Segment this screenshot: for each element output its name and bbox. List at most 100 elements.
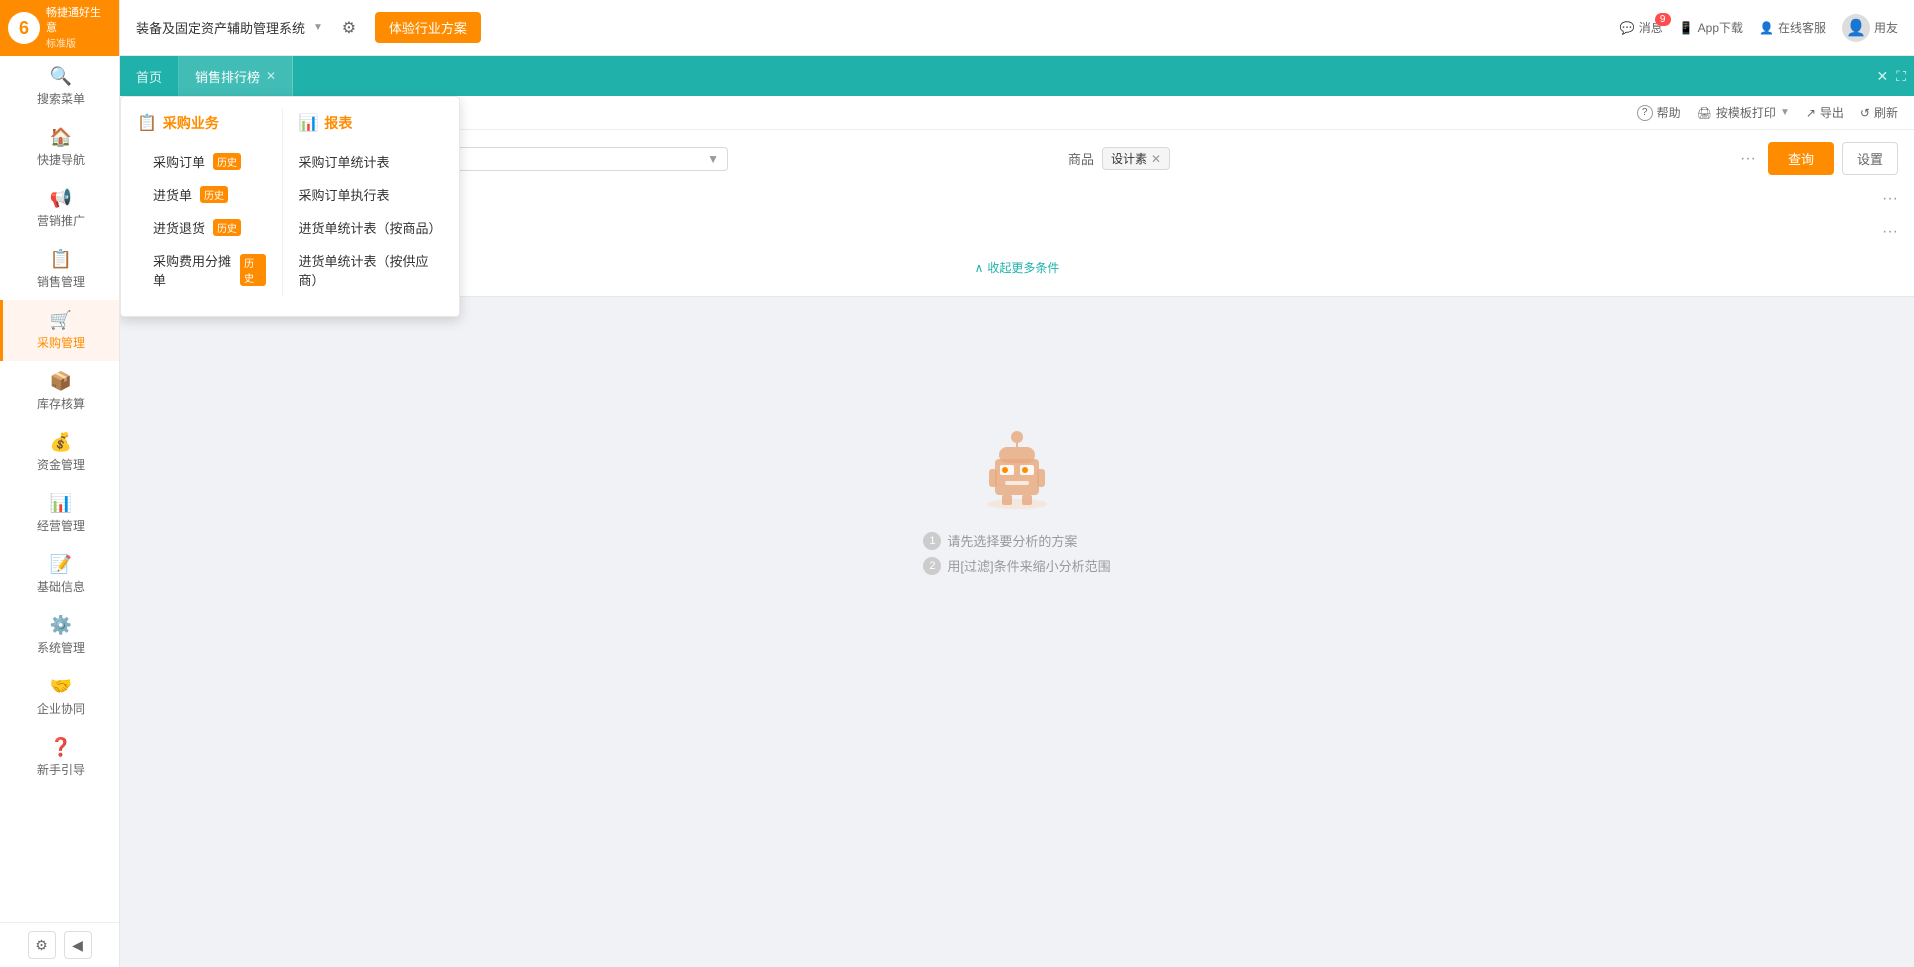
sidebar-item-label: 资金管理 xyxy=(37,456,85,473)
status-field-group: 单据状态 ▼ xyxy=(368,147,1056,171)
sidebar-item-capital[interactable]: 💰 资金管理 xyxy=(0,422,119,483)
tabbar: 首页 销售排行榜 ✕ ✕ ⛶ 📋 采购业务 采购订单 历史 xyxy=(120,56,1914,96)
tab-sales-ranking[interactable]: 销售排行榜 ✕ xyxy=(179,56,293,96)
print-dropdown-arrow: ▼ xyxy=(1780,107,1790,118)
search-button[interactable]: 查询 xyxy=(1768,142,1834,175)
sidebar-item-system[interactable]: ⚙️ 系统管理 xyxy=(0,605,119,666)
capital-icon: 💰 xyxy=(51,432,71,452)
tab-home[interactable]: 首页 xyxy=(120,56,179,96)
empty-state: 1 请先选择要分析的方案 2 用[过滤]条件来缩小分析范围 xyxy=(120,297,1914,697)
sidebar-item-label: 销售管理 xyxy=(37,273,85,290)
collapse-button[interactable]: ∧ 收起更多条件 xyxy=(967,251,1068,284)
logo-text: 畅捷通好生意 xyxy=(46,6,111,35)
tab-close-icon[interactable]: ✕ xyxy=(266,69,276,83)
online-service-button[interactable]: 👤 在线客服 xyxy=(1759,19,1826,36)
dropdown-arrow-icon: ▼ xyxy=(313,22,323,33)
export-button[interactable]: ↗ 导出 xyxy=(1806,104,1844,121)
topbar: 装备及固定资产辅助管理系统 ▼ ⚙ 体验行业方案 💬 消息 9 📱 App下载 … xyxy=(120,0,1914,56)
print-icon: 🖨 xyxy=(1697,106,1712,120)
industry-btn[interactable]: 体验行业方案 xyxy=(375,12,481,43)
dropdown-item-purchase-order-stat[interactable]: 采购订单统计表 xyxy=(299,145,444,178)
refresh-button[interactable]: ↺ 刷新 xyxy=(1860,104,1898,121)
dropdown-item-return-goods[interactable]: 进货退货 历史 xyxy=(137,211,282,244)
logo-sub: 标准版 xyxy=(46,35,111,50)
sidebar-item-label: 库存核算 xyxy=(37,395,85,412)
sidebar-item-basic-info[interactable]: 📝 基础信息 xyxy=(0,544,119,605)
print-label: 按模板打印 xyxy=(1716,104,1776,121)
customer-dots-button[interactable]: ··· xyxy=(1882,223,1898,241)
sidebar-item-sales[interactable]: 📋 销售管理 xyxy=(0,239,119,300)
tab-close-button[interactable]: ✕ xyxy=(1876,68,1888,85)
history-badge-3: 历史 xyxy=(213,219,241,236)
collapse-up-icon: ∧ xyxy=(975,261,984,275)
empty-illustration xyxy=(967,419,1067,519)
operations-icon: 📊 xyxy=(51,493,71,513)
empty-tip-1-text: 请先选择要分析的方案 xyxy=(947,531,1077,550)
purchase-expense-label: 采购费用分摊单 xyxy=(153,251,232,289)
product-dots-button[interactable]: ··· xyxy=(1740,150,1756,168)
product-tag-close-icon[interactable]: ✕ xyxy=(1151,152,1161,166)
sidebar-item-purchase[interactable]: 🛒 采购管理 xyxy=(0,300,119,361)
sidebar-collapse-button[interactable]: ◀ xyxy=(64,931,92,959)
refresh-label: 刷新 xyxy=(1874,104,1898,121)
topbar-right: 💬 消息 9 📱 App下载 👤 在线客服 👤 用友 xyxy=(1620,14,1898,42)
dropdown-item-purchase-order[interactable]: 采购订单 历史 xyxy=(137,145,282,178)
app-download-button[interactable]: 📱 App下载 xyxy=(1679,19,1743,36)
sidebar-item-enterprise[interactable]: 🤝 企业协同 xyxy=(0,666,119,727)
dropdown-col-purchase-title: 📋 采购业务 xyxy=(137,109,282,133)
help-button[interactable]: ? 帮助 xyxy=(1637,104,1681,121)
enterprise-icon: 🤝 xyxy=(51,676,71,696)
print-button[interactable]: 🖨 按模板打印 ▼ xyxy=(1697,104,1790,121)
export-icon: ↗ xyxy=(1806,106,1816,120)
system-title: 装备及固定资产辅助管理系统 xyxy=(136,18,305,37)
sidebar-item-marketing[interactable]: 📢 营销推广 xyxy=(0,178,119,239)
help-icon: ? xyxy=(1637,105,1653,121)
message-button[interactable]: 💬 消息 9 xyxy=(1620,19,1663,36)
history-badge-2: 历史 xyxy=(200,186,228,203)
dropdown-item-purchase-expense[interactable]: 采购费用分摊单 历史 xyxy=(137,244,282,296)
dropdown-item-stock-in[interactable]: 进货单 历史 xyxy=(137,178,282,211)
help-label: 帮助 xyxy=(1657,104,1681,121)
set-button[interactable]: 设置 xyxy=(1842,142,1898,175)
sidebar-item-label: 经营管理 xyxy=(37,517,85,534)
sidebar-item-search[interactable]: 🔍 搜索菜单 xyxy=(0,56,119,117)
return-goods-label: 进货退货 xyxy=(153,218,205,237)
sidebar-item-label: 企业协同 xyxy=(37,700,85,717)
product-field-group: 商品 设计素 ✕ ··· xyxy=(1068,147,1756,170)
sidebar-settings-button[interactable]: ⚙ xyxy=(28,931,56,959)
mobile-icon: 📱 xyxy=(1679,21,1694,35)
system-icon: ⚙️ xyxy=(51,615,71,635)
message-icon: 💬 xyxy=(1620,21,1635,35)
tab-expand-button[interactable]: ⛶ xyxy=(1896,68,1906,85)
user-button[interactable]: 👤 用友 xyxy=(1842,14,1898,42)
user-avatar: 👤 xyxy=(1842,14,1870,42)
product-tags: 设计素 ✕ xyxy=(1102,147,1170,170)
sidebar-item-inventory[interactable]: 📦 库存核算 xyxy=(0,361,119,422)
logo-icon: 6 xyxy=(8,12,40,44)
purchase-order-label: 采购订单 xyxy=(153,152,205,171)
system-title-dropdown[interactable]: 装备及固定资产辅助管理系统 ▼ xyxy=(136,18,323,37)
topbar-gear-button[interactable]: ⚙ xyxy=(335,14,363,42)
sidebar-item-label: 搜索菜单 xyxy=(37,90,85,107)
refresh-icon: ↺ xyxy=(1860,106,1870,120)
salesperson-field-group: 业务员 ··· xyxy=(368,189,1898,208)
purchase-icon: 🛒 xyxy=(51,310,71,330)
message-badge: 9 xyxy=(1655,13,1671,26)
sidebar-item-quick-nav[interactable]: 🏠 快捷导航 xyxy=(0,117,119,178)
service-icon: 👤 xyxy=(1759,21,1774,35)
sales-icon: 📋 xyxy=(51,249,71,269)
dropdown-item-stock-stat-supplier[interactable]: 进货单统计表（按供应商） xyxy=(299,244,444,296)
salesperson-dots-button[interactable]: ··· xyxy=(1882,190,1898,208)
status-control[interactable]: ▼ xyxy=(428,147,728,171)
tab-home-label: 首页 xyxy=(136,67,162,86)
history-badge: 历史 xyxy=(213,153,241,170)
sidebar-item-operations[interactable]: 📊 经营管理 xyxy=(0,483,119,544)
empty-tips: 1 请先选择要分析的方案 2 用[过滤]条件来缩小分析范围 xyxy=(923,531,1110,575)
sidebar-item-label: 营销推广 xyxy=(37,212,85,229)
dropdown-item-purchase-order-exec[interactable]: 采购订单执行表 xyxy=(299,178,444,211)
dropdown-item-stock-stat-product[interactable]: 进货单统计表（按商品） xyxy=(299,211,444,244)
home-icon: 🏠 xyxy=(51,127,71,147)
sidebar-item-newbie[interactable]: ❓ 新手引导 xyxy=(0,727,119,788)
product-tag-design[interactable]: 设计素 ✕ xyxy=(1102,147,1170,170)
online-service-label: 在线客服 xyxy=(1778,19,1826,36)
